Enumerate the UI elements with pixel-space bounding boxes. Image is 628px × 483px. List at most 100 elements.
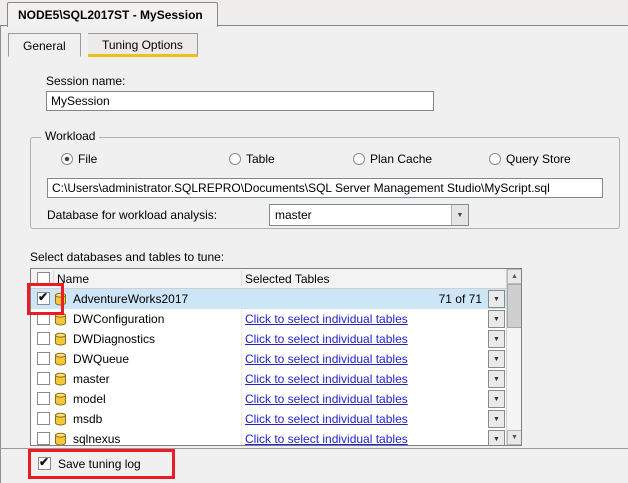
save-tuning-log-checkbox[interactable]: ✔ bbox=[38, 455, 51, 470]
db-checkbox[interactable] bbox=[37, 412, 50, 425]
scroll-up-icon: ▲ bbox=[511, 273, 518, 280]
tab-general[interactable]: General bbox=[8, 33, 81, 57]
db-checkbox[interactable] bbox=[37, 392, 50, 405]
db-row-DWConfiguration: DWConfiguration Click to select individua… bbox=[31, 309, 506, 329]
db-checkbox[interactable] bbox=[37, 352, 50, 365]
column-header-name[interactable]: Name bbox=[57, 272, 89, 286]
scroll-down-icon: ▼ bbox=[511, 434, 518, 441]
chevron-down-icon: ▼ bbox=[493, 395, 500, 403]
tables-dropdown-button[interactable]: ▼ bbox=[488, 330, 505, 348]
select-tables-link[interactable]: Click to select individual tables bbox=[245, 312, 408, 326]
document-tab[interactable]: NODE5\SQL2017ST - MySession bbox=[7, 2, 218, 27]
select-tables-link[interactable]: Click to select individual tables bbox=[245, 352, 408, 366]
database-cylinder-icon bbox=[55, 412, 66, 426]
tables-dropdown-button[interactable]: ▼ bbox=[488, 310, 505, 328]
database-cylinder-icon bbox=[55, 392, 66, 406]
tables-dropdown-button[interactable]: ▼ bbox=[488, 390, 505, 408]
footer-divider bbox=[0, 448, 628, 449]
panel-border bbox=[0, 26, 1, 483]
db-row-sqlnexus: sqlnexus Click to select individual table… bbox=[31, 429, 506, 446]
tables-dropdown-button[interactable]: ▼ bbox=[488, 370, 505, 388]
database-cylinder-icon bbox=[55, 332, 66, 346]
database-cylinder-icon bbox=[55, 432, 66, 445]
session-name-input[interactable] bbox=[46, 91, 434, 111]
db-name: sqlnexus bbox=[73, 432, 121, 446]
chevron-down-icon: ▼ bbox=[493, 435, 500, 443]
workload-groupbox-title: Workload bbox=[41, 129, 100, 143]
database-cylinder-icon bbox=[55, 312, 66, 326]
tab-tuning-options[interactable]: Tuning Options bbox=[88, 33, 198, 57]
db-checkbox[interactable] bbox=[37, 372, 50, 385]
tables-dropdown-button[interactable]: ▼ bbox=[488, 430, 505, 445]
radio-query-store[interactable]: Query Store bbox=[489, 152, 571, 166]
check-icon: ✔ bbox=[38, 290, 49, 304]
workload-groupbox: Workload File Table Plan Cache Query Store … bbox=[30, 129, 620, 229]
vertical-scrollbar[interactable]: ▲ ▼ bbox=[506, 269, 521, 445]
db-row-master: master Click to select individual tables ▼ bbox=[31, 369, 506, 389]
database-cylinder-icon bbox=[55, 292, 66, 306]
db-checkbox[interactable] bbox=[37, 312, 50, 325]
header-checkbox[interactable] bbox=[37, 272, 50, 285]
select-databases-label: Select databases and tables to tune: bbox=[30, 250, 225, 264]
select-tables-link[interactable]: Click to select individual tables bbox=[245, 372, 408, 386]
db-checkbox[interactable] bbox=[37, 432, 50, 445]
tables-dropdown-button[interactable]: ▼ bbox=[488, 290, 505, 308]
header-separator bbox=[241, 271, 242, 286]
db-row-AdventureWorks2017: ✔ AdventureWorks2017 71 of 71 ▼ bbox=[31, 289, 506, 309]
radio-dot-icon bbox=[61, 153, 73, 165]
db-row-model: model Click to select individual tables ▼ bbox=[31, 389, 506, 409]
db-row-DWDiagnostics: DWDiagnostics Click to select individual … bbox=[31, 329, 506, 349]
session-name-label: Session name: bbox=[46, 74, 126, 88]
selected-tables-count: 71 of 71 bbox=[438, 292, 482, 306]
workload-radio-group: File Table Plan Cache Query Store bbox=[31, 152, 619, 168]
scrollbar-thumb[interactable] bbox=[507, 284, 521, 328]
database-cylinder-icon bbox=[55, 352, 66, 366]
radio-dot-icon bbox=[229, 153, 241, 165]
radio-label: Plan Cache bbox=[370, 152, 433, 166]
db-name: DWConfiguration bbox=[73, 312, 165, 326]
radio-dot-icon bbox=[353, 153, 365, 165]
radio-table[interactable]: Table bbox=[229, 152, 275, 166]
scroll-up-button[interactable]: ▲ bbox=[507, 269, 521, 284]
chevron-down-icon: ▼ bbox=[451, 205, 468, 225]
db-name: msdb bbox=[73, 412, 103, 426]
workload-file-input[interactable] bbox=[47, 178, 603, 198]
select-tables-link[interactable]: Click to select individual tables bbox=[245, 392, 408, 406]
radio-plan-cache[interactable]: Plan Cache bbox=[353, 152, 432, 166]
chevron-down-icon: ▼ bbox=[493, 335, 500, 343]
chevron-down-icon: ▼ bbox=[493, 355, 500, 363]
db-name: model bbox=[73, 392, 106, 406]
db-row-DWQueue: DWQueue Click to select individual tables… bbox=[31, 349, 506, 369]
radio-dot-icon bbox=[489, 153, 501, 165]
tables-dropdown-button[interactable]: ▼ bbox=[488, 350, 505, 368]
document-tab-title: NODE5\SQL2017ST - MySession bbox=[18, 8, 203, 22]
radio-label: Table bbox=[246, 152, 275, 166]
select-tables-link[interactable]: Click to select individual tables bbox=[245, 432, 408, 445]
db-name: master bbox=[73, 372, 110, 386]
radio-file[interactable]: File bbox=[61, 152, 97, 166]
select-tables-link[interactable]: Click to select individual tables bbox=[245, 332, 408, 346]
check-icon: ✔ bbox=[39, 455, 50, 469]
db-row-msdb: msdb Click to select individual tables ▼ bbox=[31, 409, 506, 429]
db-name: AdventureWorks2017 bbox=[73, 292, 189, 306]
table-header: Name Selected Tables bbox=[31, 269, 506, 289]
chevron-down-icon: ▼ bbox=[493, 375, 500, 383]
chevron-down-icon: ▼ bbox=[493, 295, 500, 303]
header-separator bbox=[53, 271, 54, 286]
database-combo[interactable]: master ▼ bbox=[269, 204, 469, 226]
databases-table: Name Selected Tables ✔ AdventureWorks2017… bbox=[30, 268, 522, 446]
tables-dropdown-button[interactable]: ▼ bbox=[488, 410, 505, 428]
table-body: ✔ AdventureWorks2017 71 of 71 ▼ DWConfigurat… bbox=[31, 289, 506, 445]
column-header-selected-tables[interactable]: Selected Tables bbox=[245, 272, 330, 286]
db-name: DWDiagnostics bbox=[73, 332, 156, 346]
database-combo-value: master bbox=[275, 208, 312, 222]
radio-label: Query Store bbox=[506, 152, 571, 166]
db-checkbox[interactable]: ✔ bbox=[37, 290, 50, 305]
scroll-down-button[interactable]: ▼ bbox=[507, 430, 521, 445]
select-tables-link[interactable]: Click to select individual tables bbox=[245, 412, 408, 426]
chevron-down-icon: ▼ bbox=[493, 415, 500, 423]
radio-label: File bbox=[78, 152, 98, 166]
dta-session-window: NODE5\SQL2017ST - MySession General Tuni… bbox=[0, 0, 628, 483]
db-name: DWQueue bbox=[73, 352, 130, 366]
db-checkbox[interactable] bbox=[37, 332, 50, 345]
